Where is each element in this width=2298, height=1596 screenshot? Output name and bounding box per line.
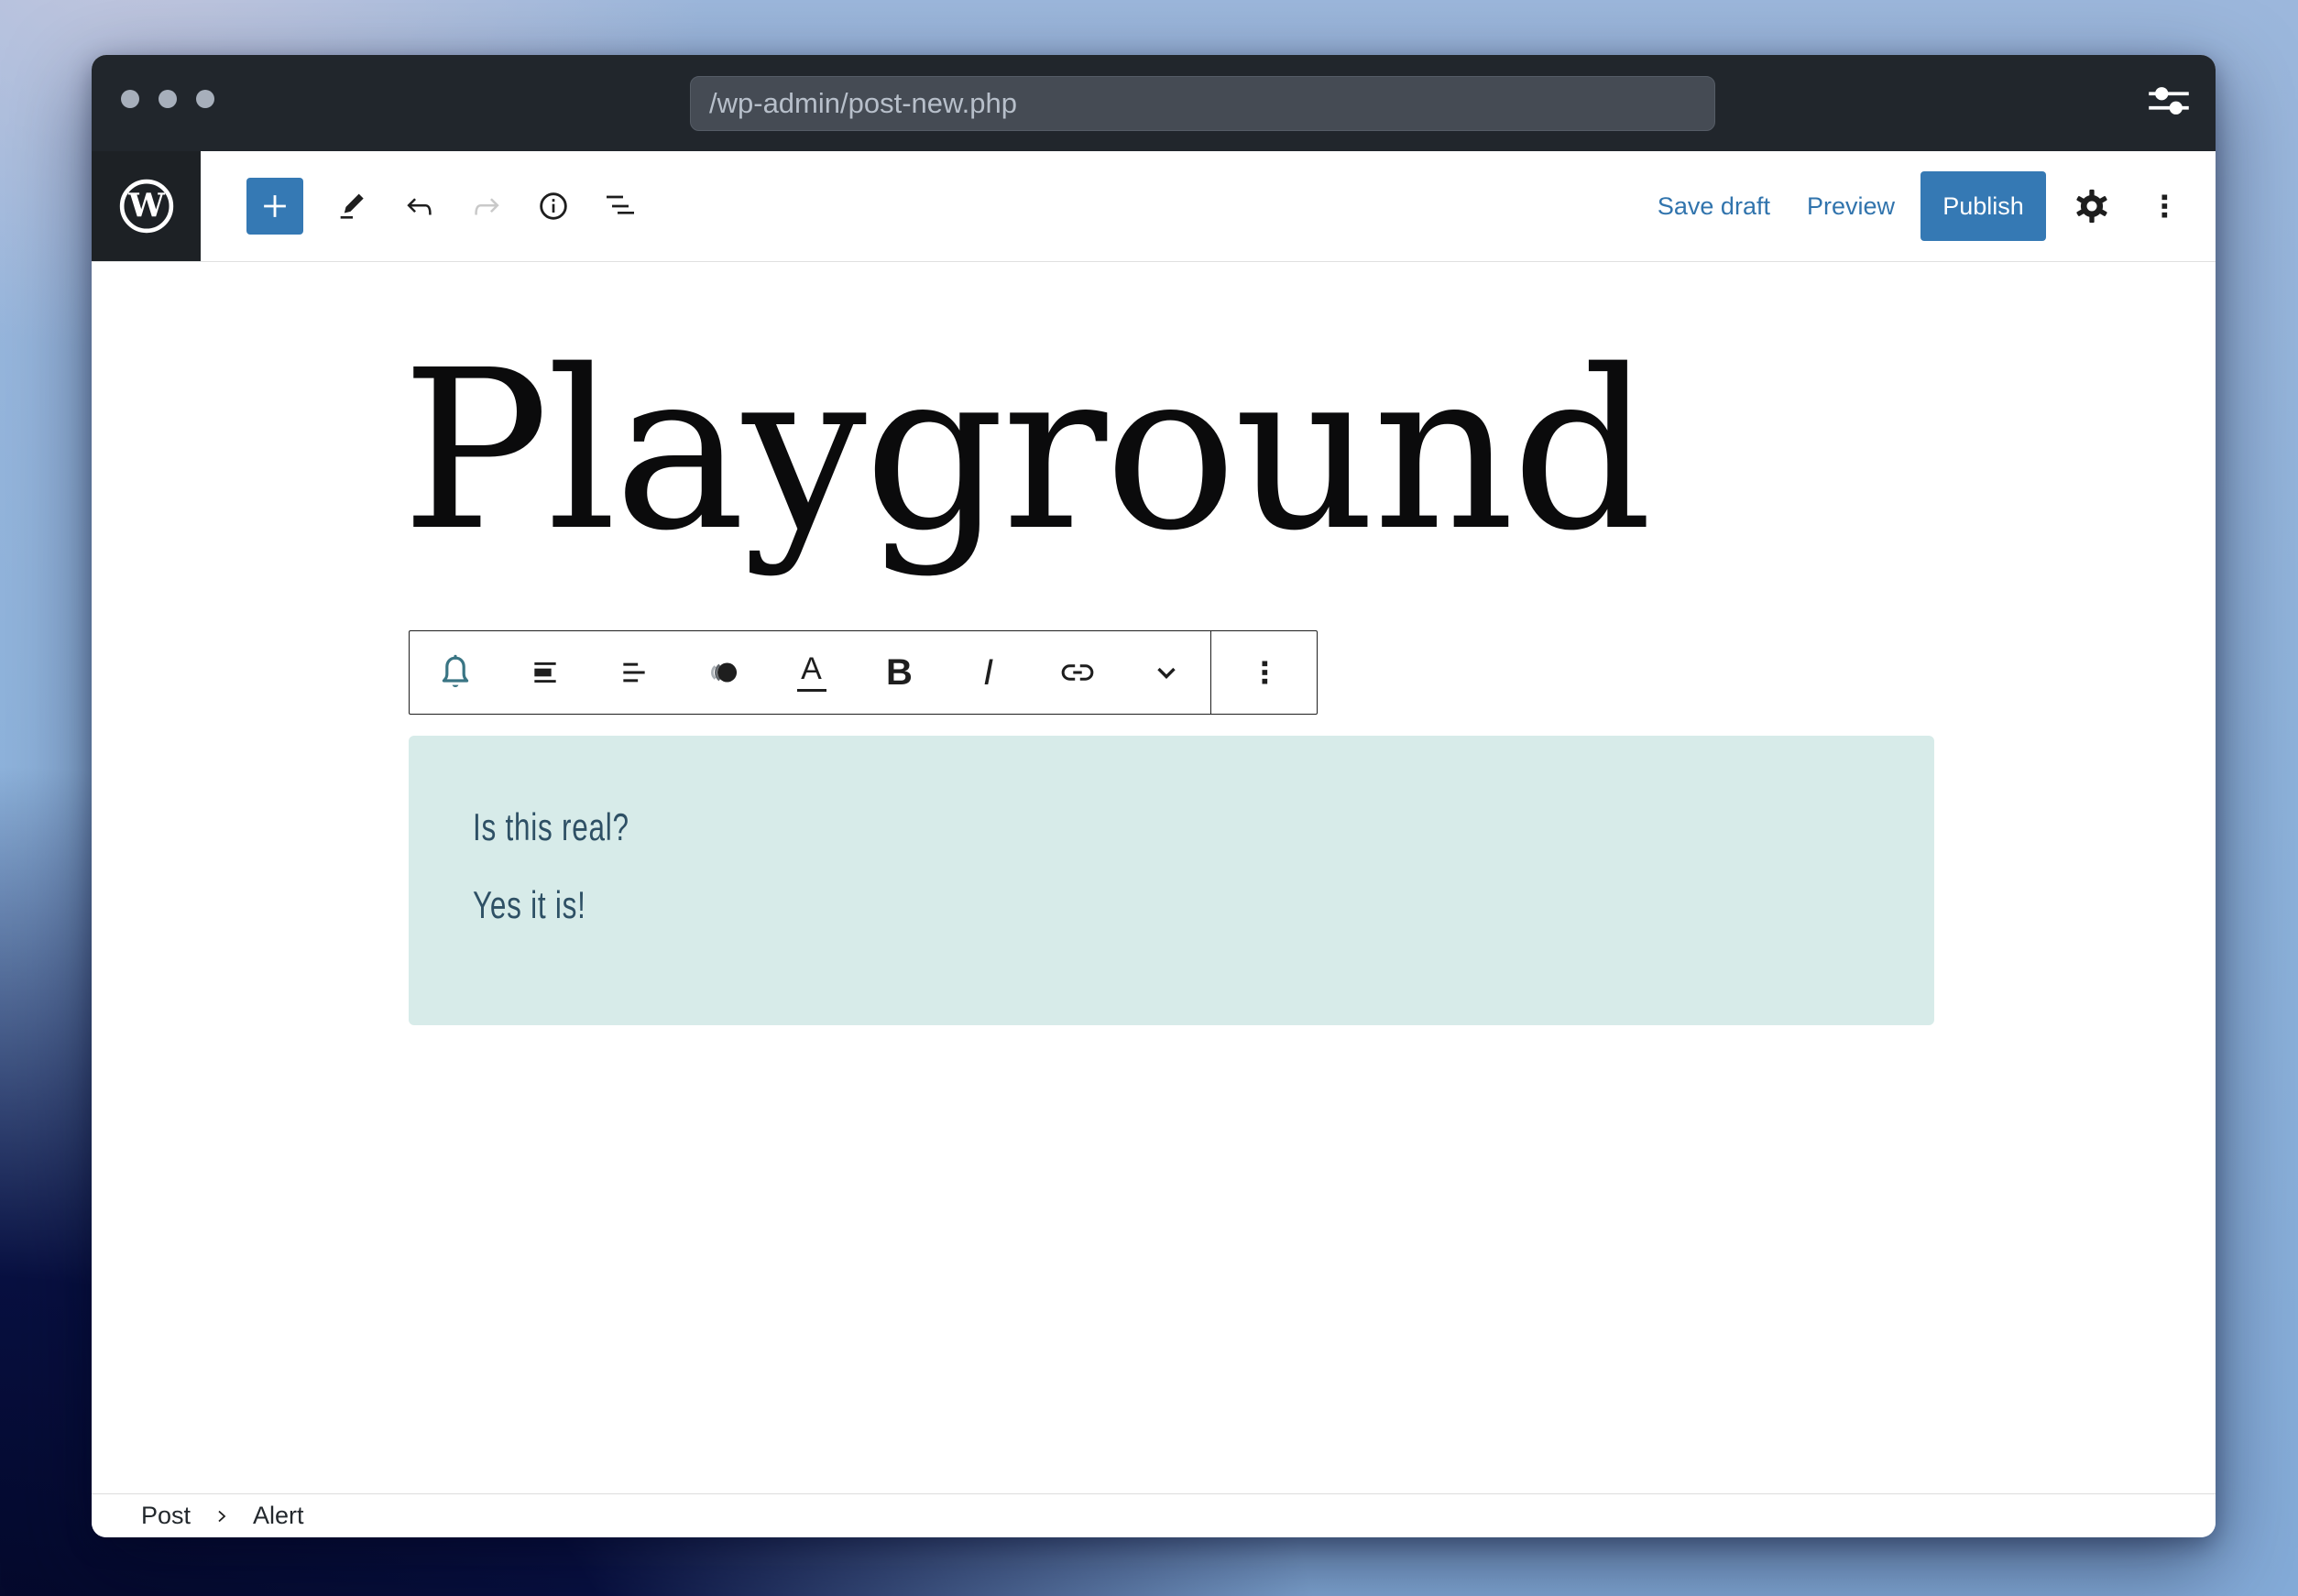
editor-header-tools [246,151,642,261]
save-draft-button[interactable]: Save draft [1658,192,1770,221]
block-inserter-button[interactable] [246,178,303,235]
redo-button[interactable] [465,184,509,228]
editor-header-actions: Save draft Preview Publish [1658,151,2216,261]
preview-button[interactable]: Preview [1807,192,1895,221]
duotone-icon [711,662,738,683]
link-button[interactable] [1033,631,1122,714]
post-title[interactable]: Playground [401,341,1653,561]
kebab-icon [2161,194,2168,218]
info-icon [540,192,567,220]
sliders-icon[interactable] [2143,75,2194,126]
link-icon [1061,664,1093,681]
breadcrumb-post[interactable]: Post [141,1502,191,1530]
align-none-button[interactable] [501,631,589,714]
block-toolbar: A B I [409,630,1318,715]
kebab-icon [1262,661,1267,684]
list-view-icon [607,195,634,214]
breadcrumb-alert: Alert [253,1502,304,1529]
alert-block[interactable]: Is this real? Yes it is! [409,736,1934,1025]
undo-button[interactable] [398,184,442,228]
wordpress-logo-icon: W [119,179,173,234]
align-none-icon [534,662,556,683]
url-bar[interactable]: /wp-admin/post-new.php [690,76,1715,131]
settings-button[interactable] [2070,184,2114,228]
alert-block-type-button[interactable] [410,631,501,714]
editor-canvas: Playground A B I Is this real? Yes it is… [92,262,2216,1493]
undo-icon [407,198,432,215]
gear-icon [2076,189,2107,224]
pencil-icon [340,193,364,219]
sliders-icon-glyph [2149,87,2189,115]
editor-header: W Save draft Preview Publish [92,151,2216,262]
more-rich-text-button[interactable] [1122,631,1210,714]
svg-text:W: W [127,187,165,224]
highlight-color-icon: A [796,653,826,692]
url-text: /wp-admin/post-new.php [709,87,1018,119]
bold-button[interactable]: B [855,631,944,714]
desktop-background: /wp-admin/post-new.php W Save draft Prev… [0,0,2298,1596]
tools-button[interactable] [331,184,375,228]
bell-icon [442,654,469,688]
window-zoom-dot[interactable] [196,90,214,108]
list-view-button[interactable] [598,184,642,228]
window-titlebar: /wp-admin/post-new.php [92,55,2216,151]
breadcrumb-bar: Post Alert [92,1493,2216,1537]
duotone-filter-button[interactable] [678,631,768,714]
redo-icon [475,198,499,215]
alert-paragraph-2[interactable]: Yes it is! [473,881,1521,929]
rich-text-controls: B I [855,631,1211,714]
window-minimize-dot[interactable] [159,90,177,108]
italic-button[interactable]: I [944,631,1033,714]
chevron-down-icon [1156,667,1176,679]
highlight-color-button[interactable]: A [768,631,855,714]
plus-icon [264,195,286,217]
text-align-button[interactable] [589,631,678,714]
details-button[interactable] [531,184,575,228]
block-options-button[interactable] [1211,631,1317,714]
breadcrumb-chevron-icon [218,1510,226,1522]
wordpress-logo[interactable]: W [92,151,201,261]
browser-window: /wp-admin/post-new.php W Save draft Prev… [92,55,2216,1537]
alert-paragraph-1[interactable]: Is this real? [473,803,1521,851]
window-close-dot[interactable] [121,90,139,108]
text-align-left-icon [622,662,645,683]
bold-icon: B [886,651,913,693]
window-controls [121,90,214,108]
publish-button[interactable]: Publish [1920,171,2046,241]
italic-icon: I [982,651,994,693]
options-menu-button[interactable] [2142,184,2186,228]
